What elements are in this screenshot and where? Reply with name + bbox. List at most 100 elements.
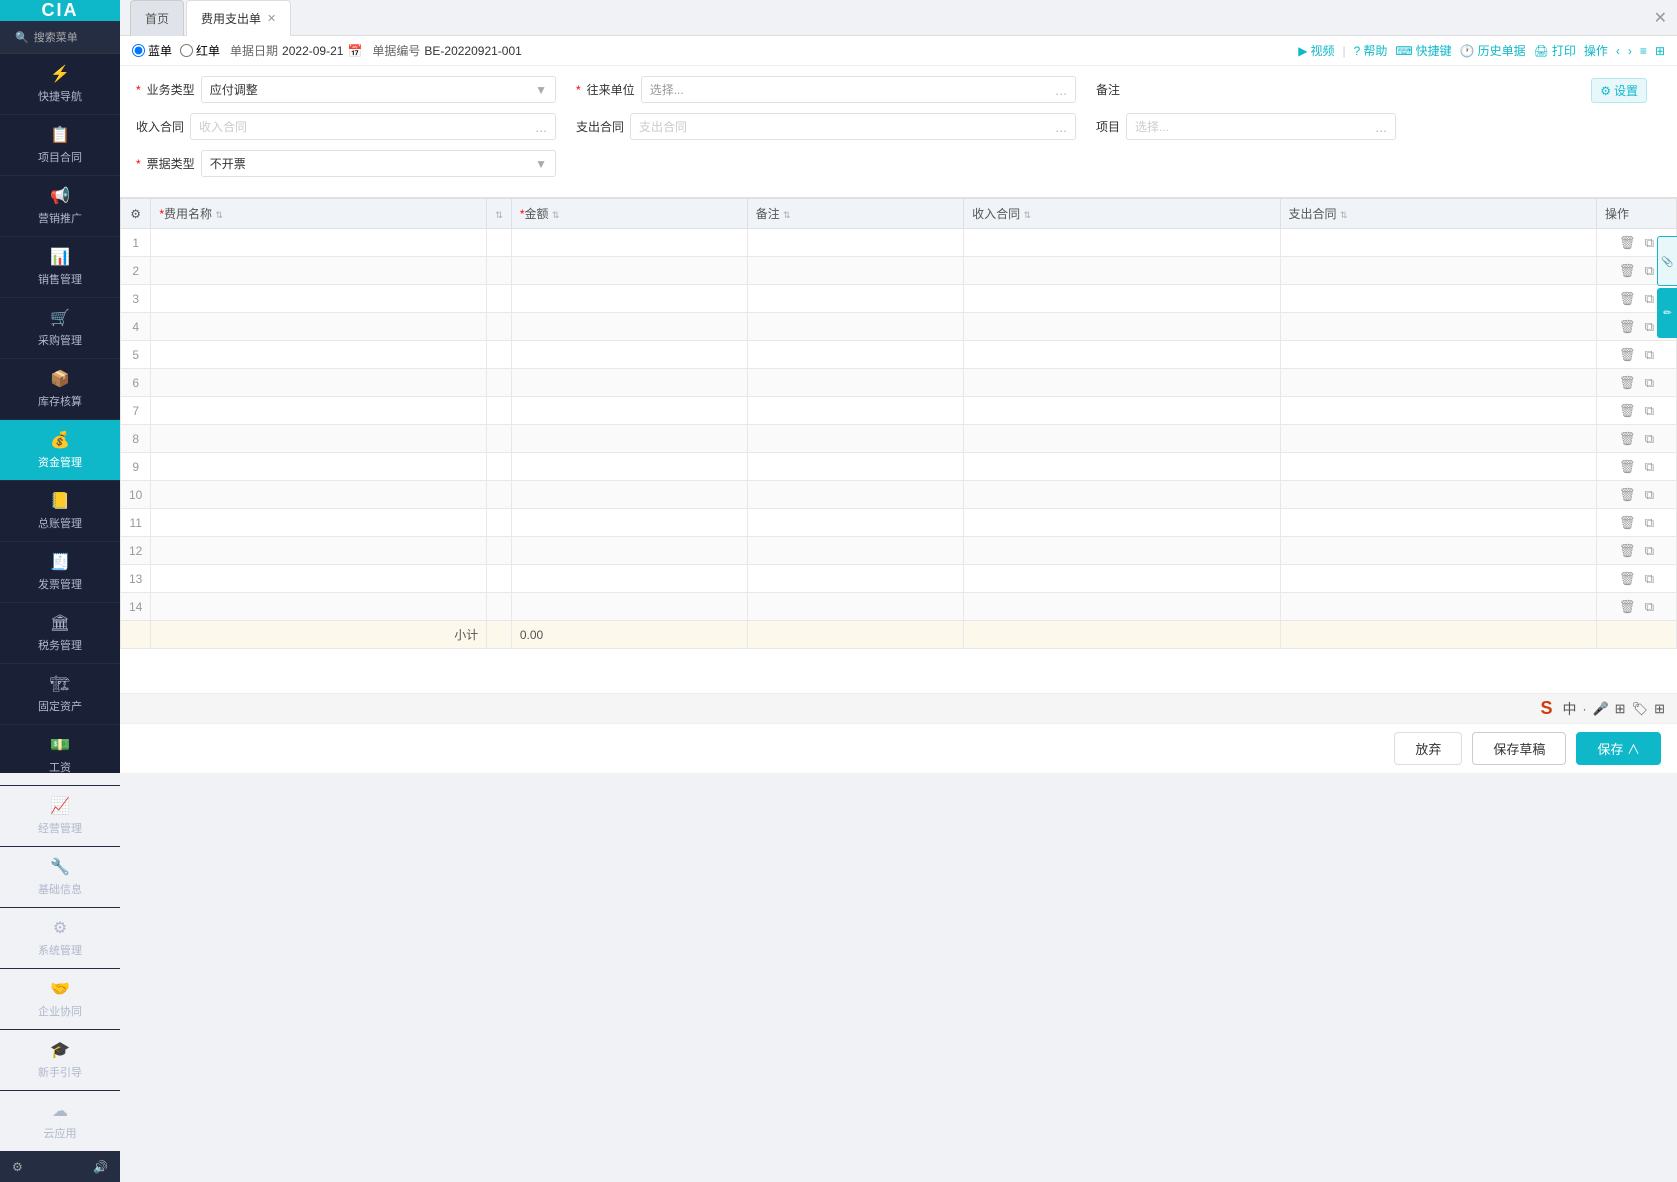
invoice-type-select[interactable]: 不开票 ▼ — [201, 150, 556, 177]
expense-contract-cell[interactable] — [1280, 509, 1596, 537]
copy-icon[interactable]: ⧉ — [1645, 263, 1654, 278]
sidebar-item-kuaijie[interactable]: ⚡ 快捷导航 — [0, 54, 120, 115]
amount-cell[interactable] — [511, 537, 747, 565]
income-contract-cell[interactable] — [964, 285, 1280, 313]
sidebar-item-zijin[interactable]: 💰 资金管理 — [0, 420, 120, 481]
ime-mic-icon[interactable]: 🎤 — [1592, 701, 1608, 717]
expense-contract-cell[interactable] — [1280, 481, 1596, 509]
delete-icon[interactable]: 🗑 — [1619, 291, 1636, 306]
sidebar-item-shuiwu[interactable]: 🏛 税务管理 — [0, 603, 120, 664]
sidebar-search[interactable]: 🔍 搜索菜单 — [0, 21, 120, 54]
save-draft-button[interactable]: 保存草稿 — [1472, 732, 1566, 765]
delete-icon[interactable]: 🗑 — [1619, 235, 1636, 250]
settings-icon[interactable]: ⚙ — [12, 1160, 23, 1174]
delete-icon[interactable]: 🗑 — [1619, 487, 1636, 502]
ime-grid-icon[interactable]: ⊞ — [1615, 701, 1626, 717]
sidebar-item-kucun[interactable]: 📦 库存核算 — [0, 359, 120, 420]
sidebar-item-gudingzichan[interactable]: 🏗 固定资产 — [0, 664, 120, 725]
note-cell[interactable] — [747, 453, 963, 481]
expense-name-cell[interactable] — [151, 397, 487, 425]
amount-cell[interactable] — [511, 229, 747, 257]
print-btn[interactable]: 🖨 打印 — [1534, 42, 1576, 59]
expense-contract-cell[interactable] — [1280, 341, 1596, 369]
income-contract-cell[interactable] — [964, 397, 1280, 425]
expense-name-cell[interactable] — [151, 313, 487, 341]
partner-input[interactable]: 选择... ... — [641, 76, 1076, 103]
income-contract-cell[interactable] — [964, 481, 1280, 509]
note-cell[interactable] — [747, 509, 963, 537]
red-bill-radio[interactable]: 红单 — [180, 42, 220, 59]
sidebar-item-xiaoshou[interactable]: 📊 销售管理 — [0, 237, 120, 298]
copy-icon[interactable]: ⧉ — [1645, 403, 1654, 418]
delete-icon[interactable]: 🗑 — [1619, 543, 1636, 558]
sort-icon-5[interactable]: ⇅ — [1340, 210, 1348, 220]
sidebar-item-fapiao[interactable]: 🧾 发票管理 — [0, 542, 120, 603]
sidebar-item-qiye[interactable]: 🤝 企业协同 — [0, 969, 120, 1030]
note-cell[interactable] — [747, 257, 963, 285]
amount-cell[interactable] — [511, 285, 747, 313]
income-contract-cell[interactable] — [964, 425, 1280, 453]
income-contract-cell[interactable] — [964, 341, 1280, 369]
copy-icon[interactable]: ⧉ — [1645, 431, 1654, 446]
expense-contract-cell[interactable] — [1280, 593, 1596, 621]
copy-icon[interactable]: ⧉ — [1645, 319, 1654, 334]
copy-icon[interactable]: ⧉ — [1645, 375, 1654, 390]
note-cell[interactable] — [747, 285, 963, 313]
right-panel-note-btn[interactable]: ✏ — [1657, 288, 1677, 338]
sidebar-item-yingxiao[interactable]: 📢 营销推广 — [0, 176, 120, 237]
note-cell[interactable] — [747, 593, 963, 621]
ime-apps-icon[interactable]: ⊞ — [1654, 701, 1665, 717]
copy-icon[interactable]: ⧉ — [1645, 543, 1654, 558]
expense-name-cell[interactable] — [151, 565, 487, 593]
save-button[interactable]: 保存 ∧ — [1576, 732, 1661, 765]
sidebar-item-xitong[interactable]: ⚙ 系统管理 — [0, 908, 120, 969]
copy-icon[interactable]: ⧉ — [1645, 291, 1654, 306]
income-contract-input[interactable]: 收入合同 ... — [190, 113, 556, 140]
tab-expense[interactable]: 费用支出单 ✕ — [186, 0, 291, 36]
amount-cell[interactable] — [511, 341, 747, 369]
tab-close-icon[interactable]: ✕ — [267, 12, 276, 25]
blue-bill-input[interactable] — [132, 44, 145, 57]
expense-name-cell[interactable] — [151, 593, 487, 621]
nav-prev-btn[interactable]: ‹ — [1616, 44, 1620, 58]
list-view-btn[interactable]: ≡ — [1640, 44, 1647, 58]
note-cell[interactable] — [747, 369, 963, 397]
sidebar-item-xiangmu[interactable]: 📋 项目合同 — [0, 115, 120, 176]
amount-cell[interactable] — [511, 593, 747, 621]
copy-icon[interactable]: ⧉ — [1645, 599, 1654, 614]
tab-home[interactable]: 首页 — [130, 0, 184, 36]
amount-cell[interactable] — [511, 369, 747, 397]
copy-icon[interactable]: ⧉ — [1645, 515, 1654, 530]
sidebar-item-gongzi[interactable]: 💵 工资 — [0, 725, 120, 786]
delete-icon[interactable]: 🗑 — [1619, 599, 1636, 614]
sidebar-item-caigou[interactable]: 🛒 采购管理 — [0, 298, 120, 359]
expense-name-cell[interactable] — [151, 285, 487, 313]
ime-chinese-icon[interactable]: 中 — [1562, 699, 1576, 719]
note-cell[interactable] — [747, 397, 963, 425]
sidebar-item-xinshou[interactable]: 🎓 新手引导 — [0, 1030, 120, 1091]
amount-cell[interactable] — [511, 313, 747, 341]
note-cell[interactable] — [747, 565, 963, 593]
income-contract-cell[interactable] — [964, 593, 1280, 621]
calendar-icon[interactable]: 📅 — [347, 44, 362, 58]
delete-icon[interactable]: 🗑 — [1619, 347, 1636, 362]
expense-name-cell[interactable] — [151, 257, 487, 285]
delete-icon[interactable]: 🗑 — [1619, 375, 1636, 390]
expense-contract-cell[interactable] — [1280, 257, 1596, 285]
discard-button[interactable]: 放弃 — [1394, 732, 1462, 765]
copy-icon[interactable]: ⧉ — [1645, 571, 1654, 586]
date-value[interactable]: 2022-09-21 — [282, 44, 343, 58]
expense-name-cell[interactable] — [151, 453, 487, 481]
income-contract-cell[interactable] — [964, 257, 1280, 285]
ime-dot-icon[interactable]: · — [1582, 702, 1586, 716]
video-btn[interactable]: ▶ 视频 — [1298, 42, 1334, 59]
amount-cell[interactable] — [511, 397, 747, 425]
note-cell[interactable] — [747, 481, 963, 509]
amount-cell[interactable] — [511, 565, 747, 593]
amount-cell[interactable] — [511, 453, 747, 481]
income-contract-cell[interactable] — [964, 537, 1280, 565]
note-cell[interactable] — [747, 341, 963, 369]
amount-cell[interactable] — [511, 257, 747, 285]
note-cell[interactable] — [747, 537, 963, 565]
expense-name-cell[interactable] — [151, 509, 487, 537]
